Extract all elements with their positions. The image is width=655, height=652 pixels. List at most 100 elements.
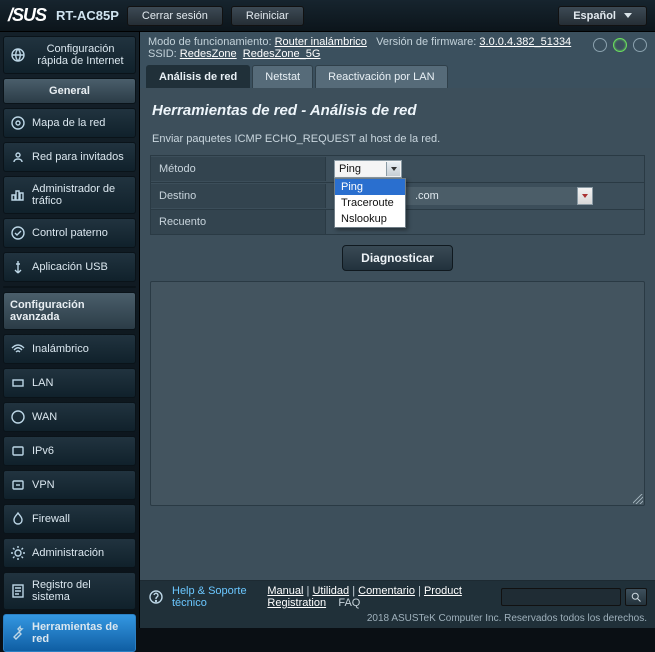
- firewall-icon: [10, 511, 26, 527]
- sidebar-item-label: Registro del sistema: [32, 579, 129, 603]
- panel: Herramientas de red - Análisis de red En…: [140, 88, 655, 580]
- sidebar-item-label: Mapa de la red: [32, 117, 105, 129]
- sidebar-item-lan[interactable]: LAN: [3, 368, 136, 398]
- sidebar-item-label: Configuración rápida de Internet: [32, 43, 129, 67]
- method-select[interactable]: Ping: [334, 160, 402, 178]
- parental-icon: [10, 225, 26, 241]
- label-count: Recuento: [151, 210, 326, 234]
- search-input[interactable]: [501, 588, 621, 606]
- sidebar-item-administration[interactable]: Administración: [3, 538, 136, 568]
- destination-input-visible-text: .com: [415, 190, 439, 202]
- log-icon: [10, 583, 26, 599]
- method-value: Ping: [339, 163, 361, 175]
- footer: Help & Soporte técnico Manual | Utilidad…: [140, 580, 655, 611]
- resize-grip-icon[interactable]: [633, 494, 643, 504]
- sidebar-item-label: IPv6: [32, 445, 54, 457]
- method-dropdown: Ping Traceroute Nslookup: [334, 178, 406, 228]
- ssid-5-link[interactable]: RedesZone_5G: [243, 48, 321, 60]
- form: Método Ping Ping Traceroute Nslookup: [150, 155, 645, 235]
- wan-icon: [10, 409, 26, 425]
- top-bar: /SUS RT-AC85P Cerrar sesión Reiniciar Es…: [0, 0, 655, 32]
- traffic-icon: [10, 187, 26, 203]
- tabs: Análisis de red Netstat Reactivación por…: [140, 62, 655, 88]
- sidebar-item-label: Inalámbrico: [32, 343, 89, 355]
- sidebar-item-system-log[interactable]: Registro del sistema: [3, 572, 136, 610]
- sidebar-item-vpn[interactable]: VPN: [3, 470, 136, 500]
- logout-button[interactable]: Cerrar sesión: [127, 6, 223, 26]
- globe-icon: [10, 47, 26, 63]
- reboot-button[interactable]: Reiniciar: [231, 6, 304, 26]
- content: Modo de funcionamiento: Router inalámbri…: [140, 32, 655, 628]
- vpn-icon: [10, 477, 26, 493]
- search-box: [501, 588, 647, 606]
- sidebar-header-general: General: [3, 78, 136, 104]
- network-map-icon: [10, 115, 26, 131]
- sidebar-item-label: Administrador de tráfico: [32, 183, 129, 207]
- status-dot-off: [593, 38, 607, 52]
- status-dot-off-2: [633, 38, 647, 52]
- sidebar-item-traffic-manager[interactable]: Administrador de tráfico: [3, 176, 136, 214]
- sidebar-item-quick-setup[interactable]: Configuración rápida de Internet: [3, 36, 136, 74]
- panel-description: Enviar paquetes ICMP ECHO_REQUEST al hos…: [150, 129, 645, 155]
- guest-network-icon: [10, 149, 26, 165]
- output-textarea[interactable]: [150, 281, 645, 506]
- fw-label: Versión de firmware:: [376, 36, 476, 48]
- ssid-label: SSID:: [148, 48, 177, 60]
- sidebar-item-label: VPN: [32, 479, 55, 491]
- ssid-24-link[interactable]: RedesZone: [180, 48, 237, 60]
- sidebar: Configuración rápida de Internet General…: [0, 32, 140, 628]
- help-label[interactable]: Help & Soporte técnico: [172, 585, 259, 609]
- footer-link-feedback[interactable]: Comentario: [358, 585, 415, 597]
- help-icon: [148, 589, 164, 605]
- footer-link-manual[interactable]: Manual: [267, 585, 303, 597]
- sidebar-item-firewall[interactable]: Firewall: [3, 504, 136, 534]
- sidebar-item-label: Herramientas de red: [32, 621, 129, 645]
- panel-title: Herramientas de red - Análisis de red: [150, 98, 645, 129]
- sidebar-item-network-tools[interactable]: Herramientas de red: [3, 614, 136, 652]
- brand-logo: /SUS: [8, 5, 56, 26]
- tab-wake-on-lan[interactable]: Reactivación por LAN: [315, 65, 447, 88]
- destination-dropdown-button[interactable]: [577, 187, 593, 205]
- footer-links: Manual | Utilidad | Comentario | Product…: [267, 585, 493, 609]
- sidebar-item-parental-control[interactable]: Control paterno: [3, 218, 136, 248]
- method-option-nslookup[interactable]: Nslookup: [335, 211, 405, 227]
- model-label: RT-AC85P: [56, 8, 119, 23]
- method-option-traceroute[interactable]: Traceroute: [335, 195, 405, 211]
- tools-icon: [10, 625, 26, 641]
- chevron-down-icon: [386, 162, 400, 176]
- usb-icon: [10, 259, 26, 275]
- method-option-ping[interactable]: Ping: [335, 179, 405, 195]
- ipv6-icon: [10, 443, 26, 459]
- wireless-icon: [10, 341, 26, 357]
- admin-icon: [10, 545, 26, 561]
- sidebar-item-label: Aplicación USB: [32, 261, 108, 273]
- search-button[interactable]: [625, 588, 647, 606]
- lan-icon: [10, 375, 26, 391]
- sidebar-item-label: Firewall: [32, 513, 70, 525]
- sidebar-item-network-map[interactable]: Mapa de la red: [3, 108, 136, 138]
- sidebar-item-guest-network[interactable]: Red para invitados: [3, 142, 136, 172]
- sidebar-item-ipv6[interactable]: IPv6: [3, 436, 136, 466]
- tab-netstat[interactable]: Netstat: [252, 65, 313, 88]
- diagnose-button[interactable]: Diagnosticar: [342, 245, 453, 271]
- sidebar-item-label: LAN: [32, 377, 53, 389]
- sidebar-divider: [3, 286, 136, 288]
- info-bar: Modo de funcionamiento: Router inalámbri…: [140, 32, 655, 62]
- sidebar-item-wan[interactable]: WAN: [3, 402, 136, 432]
- sidebar-item-wireless[interactable]: Inalámbrico: [3, 334, 136, 364]
- footer-link-utility[interactable]: Utilidad: [312, 585, 349, 597]
- label-method: Método: [151, 157, 326, 181]
- sidebar-item-label: Control paterno: [32, 227, 108, 239]
- fw-value-link[interactable]: 3.0.0.4.382_51334: [479, 36, 571, 48]
- status-dot-on: [613, 38, 627, 52]
- sidebar-item-usb-app[interactable]: Aplicación USB: [3, 252, 136, 282]
- language-selector[interactable]: Español: [558, 6, 647, 26]
- mode-label: Modo de funcionamiento:: [148, 36, 272, 48]
- sidebar-item-label: Administración: [32, 547, 104, 559]
- tab-network-analysis[interactable]: Análisis de red: [146, 65, 250, 88]
- language-label: Español: [573, 10, 616, 22]
- sidebar-item-label: WAN: [32, 411, 57, 423]
- sidebar-item-label: Red para invitados: [32, 151, 124, 163]
- footer-faq[interactable]: FAQ: [338, 597, 360, 609]
- mode-value-link[interactable]: Router inalámbrico: [275, 36, 367, 48]
